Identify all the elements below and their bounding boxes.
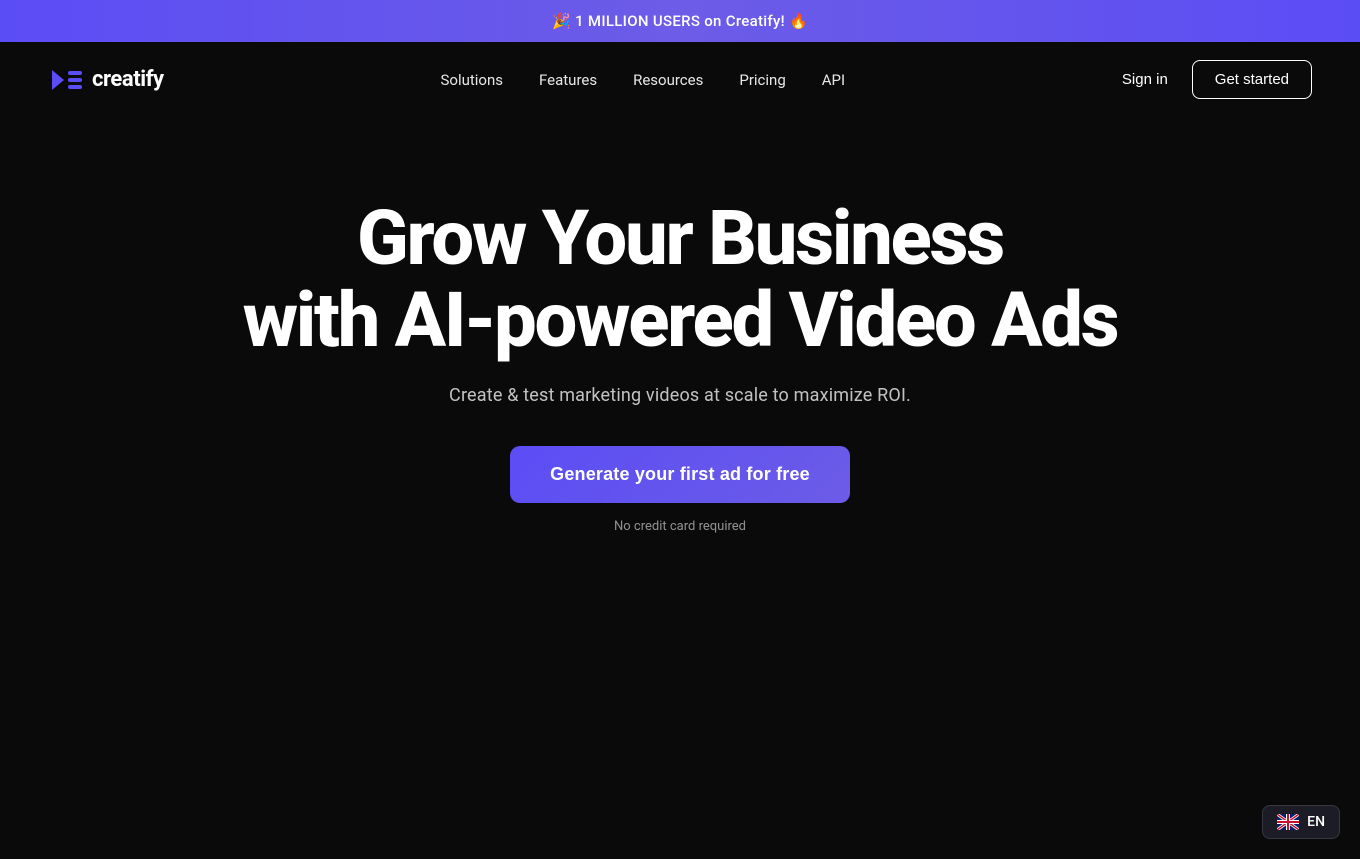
hero-title-line2: with AI-powered Video Ads (243, 275, 1118, 365)
hero-section: Grow Your Business with AI-powered Video… (0, 117, 1360, 574)
nav-item-solutions[interactable]: Solutions (441, 70, 504, 89)
hero-subtitle: Create & test marketing videos at scale … (449, 385, 911, 406)
flag-icon (1277, 814, 1299, 830)
sign-in-button[interactable]: Sign in (1122, 71, 1168, 88)
navbar: creatify Solutions Features Resources Pr… (0, 42, 1360, 117)
logo[interactable]: creatify (48, 66, 164, 94)
nav-right: Sign in Get started (1122, 60, 1312, 99)
language-selector[interactable]: EN (1262, 805, 1340, 839)
logo-text: creatify (92, 67, 164, 92)
cta-button[interactable]: Generate your first ad for free (510, 446, 850, 503)
nav-links: Solutions Features Resources Pricing API (441, 70, 846, 89)
nav-item-resources[interactable]: Resources (633, 70, 703, 89)
language-text: EN (1307, 814, 1325, 830)
get-started-button[interactable]: Get started (1192, 60, 1312, 99)
top-banner: 🎉 1 MILLION USERS on Creatify! 🔥 (0, 0, 1360, 42)
logo-icon (48, 66, 86, 94)
banner-text: 🎉 1 MILLION USERS on Creatify! 🔥 (552, 12, 808, 30)
hero-title: Grow Your Business with AI-powered Video… (243, 197, 1118, 361)
nav-item-features[interactable]: Features (539, 70, 597, 89)
no-credit-card-text: No credit card required (614, 519, 746, 534)
nav-item-pricing[interactable]: Pricing (739, 70, 785, 89)
nav-item-api[interactable]: API (822, 70, 845, 89)
hero-title-line1: Grow Your Business (357, 193, 1003, 283)
